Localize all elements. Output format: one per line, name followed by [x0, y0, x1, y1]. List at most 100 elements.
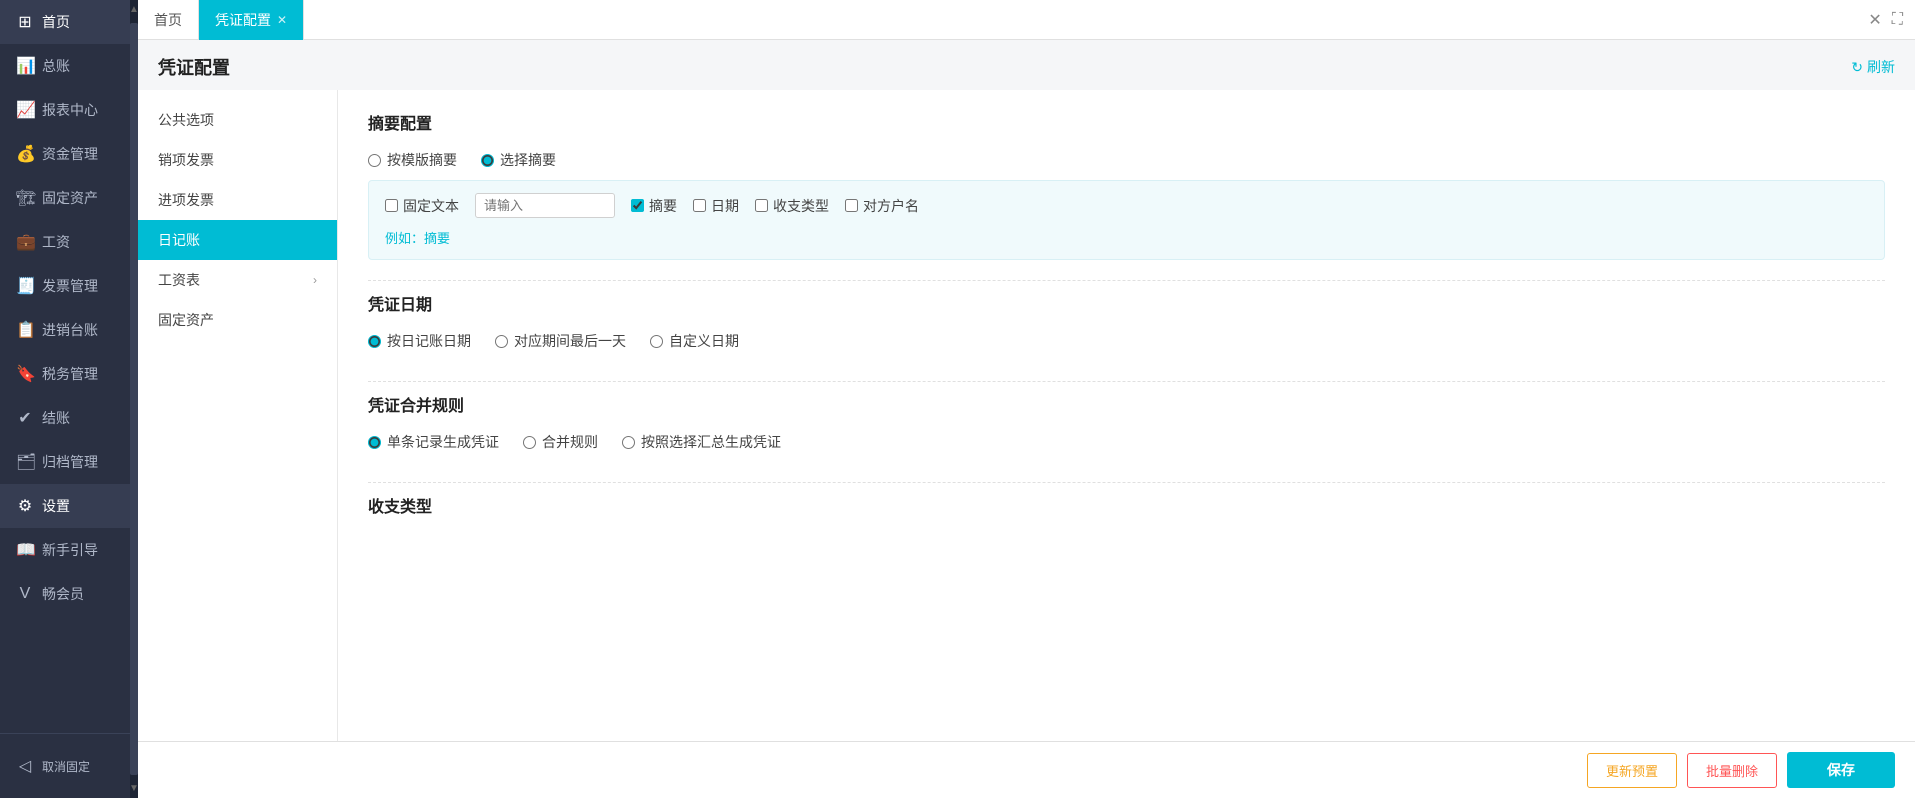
summary-radio-template-input[interactable]	[368, 154, 381, 167]
sidebar-item-vip[interactable]: V畅会员	[0, 572, 130, 616]
date-radio-period-last-input[interactable]	[495, 335, 508, 348]
trade-icon: 📋	[16, 320, 34, 340]
checkbox-date[interactable]: 日期	[693, 196, 739, 216]
settings-icon: ⚙	[16, 496, 34, 516]
sidebar-item-trade[interactable]: 📋进销台账	[0, 308, 130, 352]
tab-close-icon[interactable]: ✕	[277, 13, 287, 27]
voucher-date-title: 凭证日期	[368, 291, 1885, 315]
date-radio-journal[interactable]: 按日记账日期	[368, 331, 471, 351]
summary-radio-select-input[interactable]	[481, 154, 494, 167]
voucher-date-section: 凭证日期 按日记账日期 对应期间最后一天 自定义日期	[368, 291, 1885, 382]
income-type-title: 收支类型	[368, 493, 1885, 517]
page-header: 凭证配置 ↻ 刷新	[138, 40, 1915, 90]
fund-icon: 💰	[16, 144, 34, 164]
invoice-icon: 🧾	[16, 276, 34, 296]
summary-radio-select[interactable]: 选择摘要	[481, 150, 556, 170]
main-layout: 公共选项销项发票进项发票日记账工资表›固定资产 摘要配置 按模版摘要 选择摘要	[138, 90, 1915, 741]
sidebar-item-settings[interactable]: ⚙设置	[0, 484, 130, 528]
left-nav-purchase[interactable]: 进项发票	[138, 180, 337, 220]
sidebar-item-checkout[interactable]: ✔结账	[0, 396, 130, 440]
main-area: 首页凭证配置✕ ✕ ⛶ 凭证配置 ↻ 刷新 公共选项销项发票进项发票日记账工资表…	[138, 0, 1915, 798]
sidebar-item-fund[interactable]: 💰资金管理	[0, 132, 130, 176]
merge-rule-section: 凭证合并规则 单条记录生成凭证 合并规则 按照选择汇总生成凭证	[368, 392, 1885, 483]
tab-voucher[interactable]: 凭证配置✕	[199, 0, 304, 40]
sidebar-bottom: ◁ 取消固定	[0, 733, 130, 798]
merge-rule-title: 凭证合并规则	[368, 392, 1885, 416]
merge-radio-merge-input[interactable]	[523, 436, 536, 449]
merge-radio-single[interactable]: 单条记录生成凭证	[368, 432, 499, 452]
summary-title: 摘要配置	[368, 110, 1885, 134]
merge-rule-radio-group: 单条记录生成凭证 合并规则 按照选择汇总生成凭证	[368, 432, 1885, 452]
home-icon: ⊞	[16, 12, 34, 32]
sidebar-scrollbar: ▲ ▼	[130, 0, 138, 798]
sidebar-item-assets[interactable]: 🏗固定资产	[0, 176, 130, 220]
chevron-icon: ›	[313, 273, 317, 287]
summary-radio-template[interactable]: 按模版摘要	[368, 150, 457, 170]
summary-checkbox-group: 固定文本 摘要 日期	[385, 193, 1868, 218]
pin-icon: ◁	[16, 756, 34, 776]
sidebar-item-salary[interactable]: 💼工资	[0, 220, 130, 264]
refresh-button[interactable]: ↻ 刷新	[1851, 57, 1895, 77]
page-title: 凭证配置	[158, 54, 230, 80]
example-text: 例如：摘要	[385, 228, 1868, 247]
scroll-thumb	[130, 23, 138, 775]
date-radio-journal-input[interactable]	[368, 335, 381, 348]
date-radio-custom-input[interactable]	[650, 335, 663, 348]
checkbox-counterpart-input[interactable]	[845, 199, 858, 212]
income-type-section: 收支类型	[368, 493, 1885, 553]
summary-radio-group: 按模版摘要 选择摘要	[368, 150, 1885, 170]
summary-checkbox-row: 固定文本 摘要 日期	[368, 180, 1885, 260]
batch-delete-button[interactable]: 批量删除	[1687, 753, 1777, 788]
vip-icon: V	[16, 585, 34, 603]
sidebar: ⊞首页📊总账📈报表中心💰资金管理🏗固定资产💼工资🧾发票管理📋进销台账🔖税务管理✔…	[0, 0, 130, 798]
checkbox-summary[interactable]: 摘要	[631, 196, 677, 216]
sidebar-item-tax[interactable]: 🔖税务管理	[0, 352, 130, 396]
ledger-icon: 📊	[16, 56, 34, 76]
summary-section: 摘要配置 按模版摘要 选择摘要	[368, 110, 1885, 281]
archive-icon: 🗂	[16, 452, 34, 472]
bottom-bar: 更新预置 批量删除 保存	[138, 741, 1915, 798]
fixed-text-input[interactable]	[475, 193, 615, 218]
checkbox-income-type[interactable]: 收支类型	[755, 196, 829, 216]
sidebar-item-report[interactable]: 📈报表中心	[0, 88, 130, 132]
save-button[interactable]: 保存	[1787, 752, 1895, 788]
update-preset-button[interactable]: 更新预置	[1587, 753, 1677, 788]
sidebar-cancel-pin[interactable]: ◁ 取消固定	[0, 744, 130, 788]
merge-radio-single-input[interactable]	[368, 436, 381, 449]
date-radio-period-last[interactable]: 对应期间最后一天	[495, 331, 626, 351]
checkbox-date-input[interactable]	[693, 199, 706, 212]
sidebar-item-guide[interactable]: 📖新手引导	[0, 528, 130, 572]
guide-icon: 📖	[16, 540, 34, 560]
merge-radio-merge[interactable]: 合并规则	[523, 432, 598, 452]
left-nav-payroll[interactable]: 工资表›	[138, 260, 337, 300]
sidebar-item-archive[interactable]: 🗂归档管理	[0, 440, 130, 484]
tab-bar: 首页凭证配置✕ ✕ ⛶	[138, 0, 1915, 40]
tab-home[interactable]: 首页	[138, 0, 199, 40]
left-nav-common[interactable]: 公共选项	[138, 100, 337, 140]
checkbox-fixed-text[interactable]: 固定文本	[385, 196, 459, 216]
checkbox-fixed-text-input[interactable]	[385, 199, 398, 212]
checkbox-income-type-input[interactable]	[755, 199, 768, 212]
sidebar-item-invoice[interactable]: 🧾发票管理	[0, 264, 130, 308]
left-nav-journal[interactable]: 日记账	[138, 220, 337, 260]
content-wrapper: 凭证配置 ↻ 刷新 公共选项销项发票进项发票日记账工资表›固定资产 摘要配置	[138, 40, 1915, 798]
merge-radio-summary-input[interactable]	[622, 436, 635, 449]
assets-icon: 🏗	[16, 188, 34, 208]
tax-icon: 🔖	[16, 364, 34, 384]
checkbox-counterpart[interactable]: 对方户名	[845, 196, 919, 216]
left-nav-sales[interactable]: 销项发票	[138, 140, 337, 180]
left-nav-fixed_assets[interactable]: 固定资产	[138, 300, 337, 340]
refresh-icon: ↻	[1851, 59, 1863, 76]
date-radio-custom[interactable]: 自定义日期	[650, 331, 739, 351]
sidebar-item-ledger[interactable]: 📊总账	[0, 44, 130, 88]
merge-radio-summary[interactable]: 按照选择汇总生成凭证	[622, 432, 781, 452]
window-controls: ✕ ⛶	[1868, 10, 1915, 30]
left-nav: 公共选项销项发票进项发票日记账工资表›固定资产	[138, 90, 338, 741]
salary-icon: 💼	[16, 232, 34, 252]
expand-button[interactable]: ⛶	[1892, 11, 1903, 29]
checkbox-summary-input[interactable]	[631, 199, 644, 212]
sidebar-item-home[interactable]: ⊞首页	[0, 0, 130, 44]
report-icon: 📈	[16, 100, 34, 120]
close-button[interactable]: ✕	[1868, 10, 1881, 30]
right-content: 摘要配置 按模版摘要 选择摘要	[338, 90, 1915, 741]
